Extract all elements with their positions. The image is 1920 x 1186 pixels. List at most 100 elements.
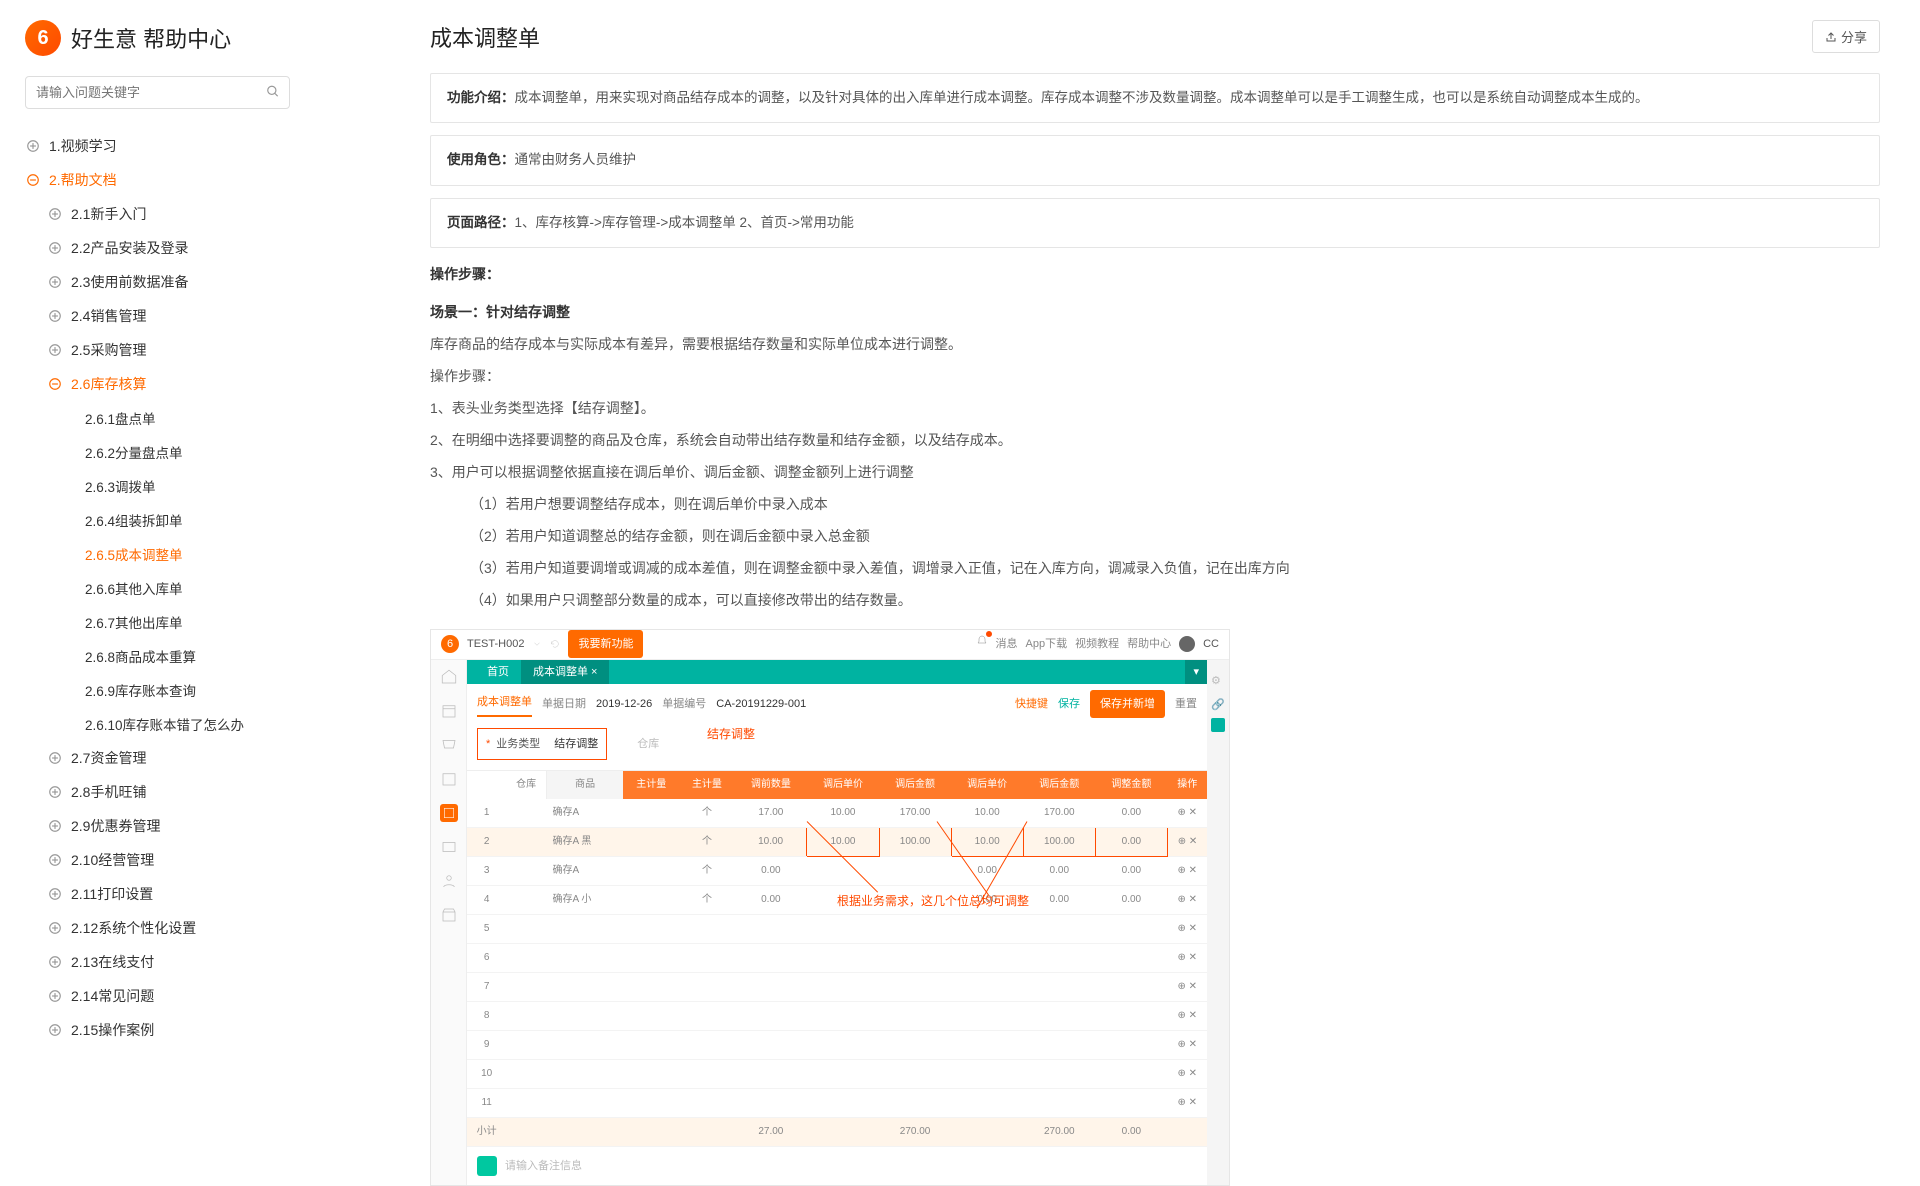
grid-cell: [623, 972, 679, 1001]
nav-item[interactable]: 2.14常见问题: [25, 979, 290, 1013]
avatar[interactable]: [1179, 636, 1195, 652]
grid-cell: 10: [467, 1059, 506, 1088]
biz-type-label: 业务类型: [496, 733, 540, 755]
nav-item[interactable]: 2.4销售管理: [25, 299, 290, 333]
grid-cell: [623, 885, 679, 914]
doc-type-crumb[interactable]: 成本调整单: [477, 691, 532, 717]
plus-circle-icon: [25, 138, 41, 154]
table-row[interactable]: 6⊕ ✕: [467, 943, 1207, 972]
grid-cell: [1095, 914, 1167, 943]
save-button[interactable]: 保存: [1058, 693, 1080, 715]
nav-item[interactable]: 2.7资金管理: [25, 741, 290, 775]
share-button[interactable]: 分享: [1812, 20, 1880, 53]
nav-item[interactable]: 2.帮助文档: [25, 163, 290, 197]
nav-item[interactable]: 2.6.8商品成本重算: [25, 639, 290, 673]
grid-header-cell: 调整金额: [1095, 771, 1167, 799]
biz-type-field[interactable]: * 业务类型 结存调整: [477, 728, 607, 760]
nav-item[interactable]: 1.视频学习: [25, 129, 290, 163]
nav-item[interactable]: 2.6.6其他入库单: [25, 571, 290, 605]
app-download-label[interactable]: App下载: [1026, 633, 1068, 655]
grid-cell: ⊕ ✕: [1167, 943, 1207, 972]
nav-item[interactable]: 2.5采购管理: [25, 333, 290, 367]
nav-label: 2.7资金管理: [71, 748, 146, 768]
nav-item[interactable]: 2.11打印设置: [25, 877, 290, 911]
nav-item[interactable]: 2.6.5成本调整单: [25, 537, 290, 571]
nav-item[interactable]: 2.6.3调拨单: [25, 469, 290, 503]
nav-item[interactable]: 2.6.10库存账本错了怎么办: [25, 707, 290, 741]
calendar-icon[interactable]: [440, 702, 458, 720]
nav-item[interactable]: 2.12系统个性化设置: [25, 911, 290, 945]
nav-item[interactable]: 2.2产品安装及登录: [25, 231, 290, 265]
nav-label: 2.5采购管理: [71, 340, 146, 360]
home-icon[interactable]: [440, 668, 458, 686]
refresh-icon: [550, 639, 560, 649]
members-icon[interactable]: [440, 872, 458, 890]
plus-circle-icon: [47, 342, 63, 358]
nav-item[interactable]: 2.10经营管理: [25, 843, 290, 877]
app-left-rail: [431, 660, 467, 1185]
table-row[interactable]: 5⊕ ✕: [467, 914, 1207, 943]
note-icon[interactable]: [477, 1156, 497, 1176]
grid-cell: [623, 1088, 679, 1117]
quick-keys[interactable]: 快捷键: [1015, 693, 1048, 715]
grid-header-cell: 调后单价: [951, 771, 1023, 799]
table-row[interactable]: 3确存A个0.000.000.000.00⊕ ✕: [467, 856, 1207, 885]
nav-label: 2.11打印设置: [71, 884, 153, 904]
intro-label: 功能介绍：: [447, 90, 515, 105]
nav-item[interactable]: 2.6.7其他出库单: [25, 605, 290, 639]
table-row[interactable]: 8⊕ ✕: [467, 1001, 1207, 1030]
video-label[interactable]: 视频教程: [1075, 633, 1119, 655]
nav-label: 2.6.7其他出库单: [85, 612, 183, 632]
save-new-button[interactable]: 保存并新增: [1090, 690, 1165, 718]
search-input[interactable]: [25, 76, 290, 109]
grid-cell: 7: [467, 972, 506, 1001]
reset-button[interactable]: 重置: [1175, 693, 1197, 715]
nav-item[interactable]: 2.6库存核算: [25, 367, 290, 401]
msg-label[interactable]: 消息: [996, 633, 1018, 655]
link-icon[interactable]: 🔗: [1211, 694, 1225, 708]
grid-header-cell: 主计量: [679, 771, 735, 799]
grid-cell: 0.00: [1095, 885, 1167, 914]
gear-icon[interactable]: ⚙: [1211, 670, 1225, 684]
step-3-3: （3）若用户知道要调增或调减的成本差值，则在调整金额中录入差值，调增录入正值，记…: [430, 554, 1880, 582]
search-icon[interactable]: [266, 84, 280, 101]
calendar2-icon[interactable]: [440, 770, 458, 788]
step-3-2: （2）若用户知道调整总的结存金额，则在调后金额中录入总金额: [430, 522, 1880, 550]
grid-cell: 10.00: [735, 827, 807, 856]
store-icon[interactable]: [440, 906, 458, 924]
new-feature-button[interactable]: 我要新功能: [568, 630, 643, 658]
grid-total-cell: 27.00: [735, 1117, 807, 1146]
nav-item[interactable]: 2.15操作案例: [25, 1013, 290, 1047]
nav-item[interactable]: 2.6.4组装拆卸单: [25, 503, 290, 537]
box-icon[interactable]: [440, 804, 458, 822]
nav-item[interactable]: 2.8手机旺铺: [25, 775, 290, 809]
table-row[interactable]: 7⊕ ✕: [467, 972, 1207, 1001]
nav-item[interactable]: 2.6.9库存账本查询: [25, 673, 290, 707]
nav-item[interactable]: 2.6.2分量盘点单: [25, 435, 290, 469]
nav-item[interactable]: 2.13在线支付: [25, 945, 290, 979]
grid-cell: [623, 943, 679, 972]
grid-cell: [879, 1059, 951, 1088]
table-row[interactable]: 10⊕ ✕: [467, 1059, 1207, 1088]
nav-item[interactable]: 2.9优惠券管理: [25, 809, 290, 843]
grid-cell: [1095, 1001, 1167, 1030]
grid-cell: [623, 827, 679, 856]
grid-cell: [807, 914, 879, 943]
tab-document[interactable]: 成本调整单 ×: [521, 660, 609, 684]
bell-icon[interactable]: [976, 633, 988, 655]
expand-icon[interactable]: [1211, 718, 1225, 732]
table-row[interactable]: 9⊕ ✕: [467, 1030, 1207, 1059]
plus-circle-icon: [47, 954, 63, 970]
grid-cell: 5: [467, 914, 506, 943]
cart-icon[interactable]: [440, 736, 458, 754]
nav-item[interactable]: 2.6.1盘点单: [25, 401, 290, 435]
table-row[interactable]: 1确存A个17.0010.00170.0010.00170.000.00⊕ ✕: [467, 799, 1207, 828]
help-label[interactable]: 帮助中心: [1127, 633, 1171, 655]
grid-cell: [546, 1030, 623, 1059]
table-row[interactable]: 11⊕ ✕: [467, 1088, 1207, 1117]
nav-item[interactable]: 2.3使用前数据准备: [25, 265, 290, 299]
tabs-collapse-icon[interactable]: ▾: [1185, 660, 1207, 684]
nav-item[interactable]: 2.1新手入门: [25, 197, 290, 231]
wallet-icon[interactable]: [440, 838, 458, 856]
tab-home[interactable]: 首页: [475, 660, 521, 684]
